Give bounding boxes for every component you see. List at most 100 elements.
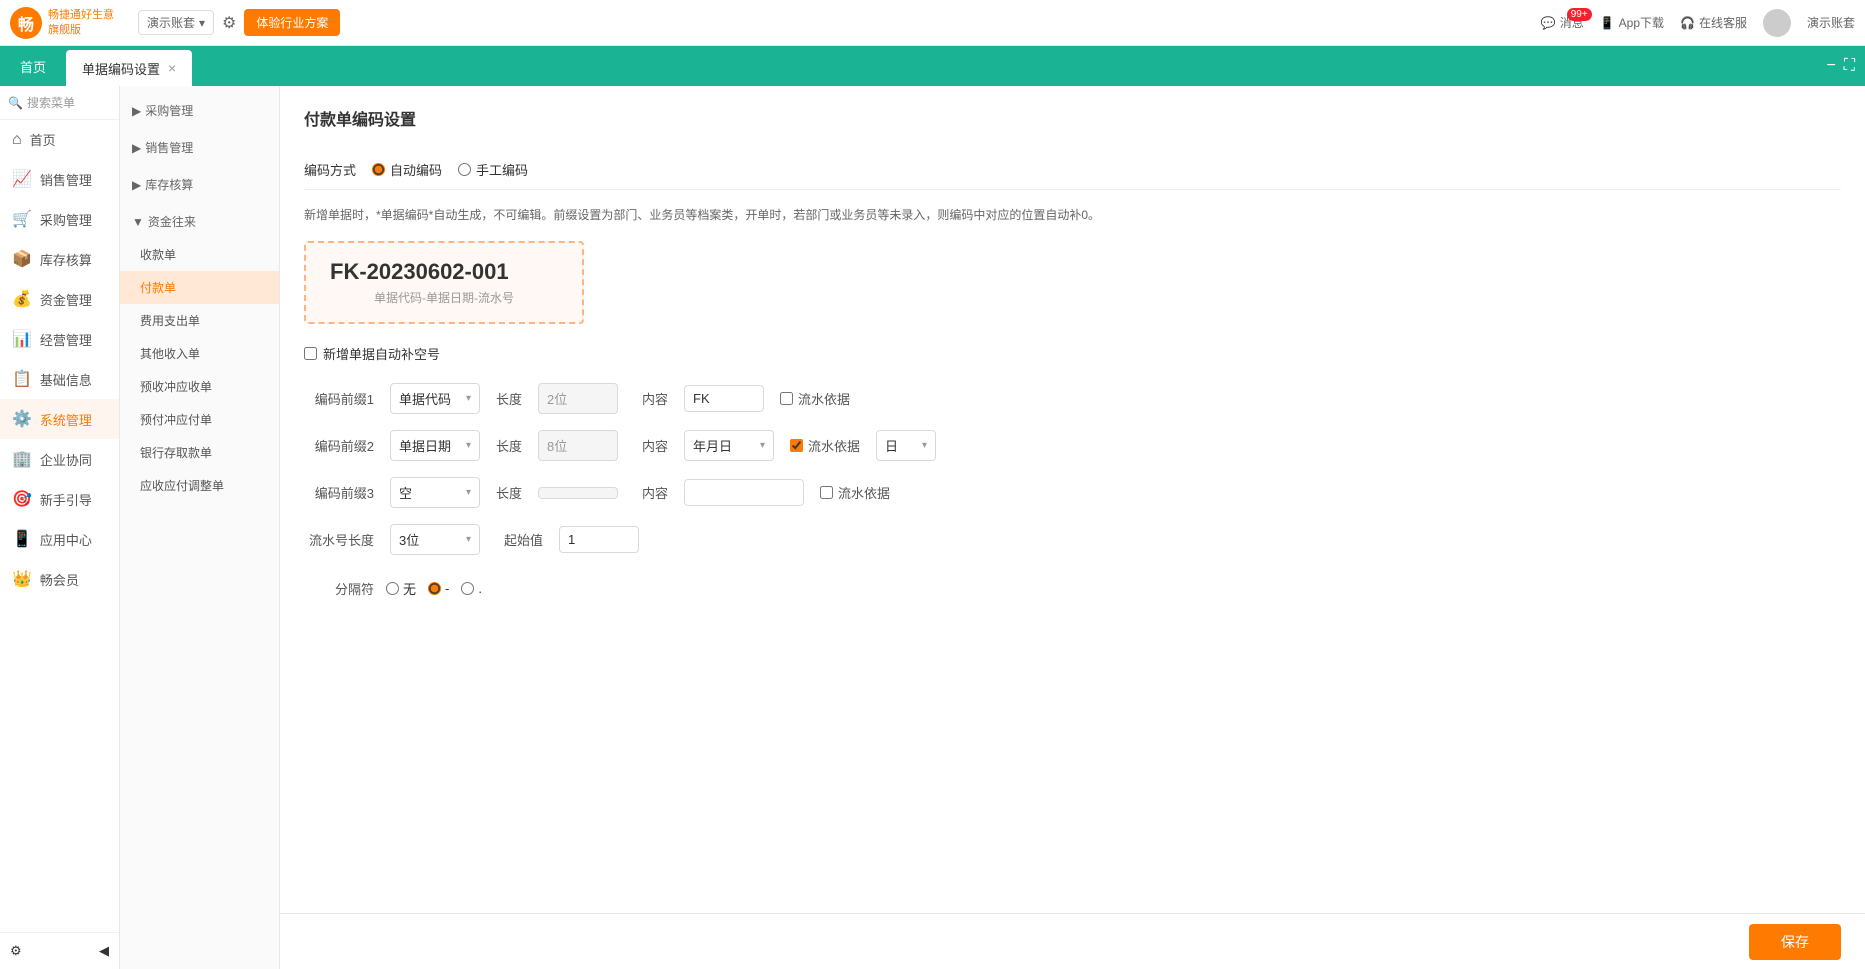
user-avatar[interactable] xyxy=(1763,9,1791,37)
sub-item-payment[interactable]: 付款单 xyxy=(120,271,279,304)
search-icon: 🔍 xyxy=(8,96,23,110)
radio-auto[interactable]: 自动编码 xyxy=(372,160,442,179)
sidebar-item-enterprise[interactable]: 🏢 企业协同 xyxy=(0,439,119,479)
prefix3-content-input[interactable] xyxy=(684,479,804,506)
sub-item-receipt[interactable]: 收款单 xyxy=(120,238,279,271)
prefix3-serial-input[interactable] xyxy=(820,486,833,499)
footer-settings-icon[interactable]: ⚙ xyxy=(10,943,22,959)
sep-dot-radio[interactable]: . xyxy=(461,581,482,596)
prefix3-select[interactable]: 空 ▾ xyxy=(390,477,480,508)
prefix1-length-label: 长度 xyxy=(496,389,522,408)
sep-dash-input[interactable] xyxy=(428,582,441,595)
sub-group-sales: ▶ 销售管理 xyxy=(120,131,279,164)
prefix3-label: 编码前缀3 xyxy=(304,483,374,502)
prefix2-serial-option-arrow-icon: ▾ xyxy=(922,440,927,451)
sep-dot-input[interactable] xyxy=(461,582,474,595)
sidebar-footer: ⚙ ◀ xyxy=(0,932,119,969)
settings-icon[interactable]: ⚙ xyxy=(222,13,236,33)
code-preview-sub: 单据代码-单据日期-流水号 xyxy=(330,289,558,306)
chevron-down-icon2: ▼ xyxy=(132,215,144,229)
prefix2-content-select[interactable]: 年月日 ▾ xyxy=(684,430,774,461)
prefix1-arrow-icon: ▾ xyxy=(466,393,471,404)
sidebar-item-inventory[interactable]: 📦 库存核算 xyxy=(0,239,119,279)
service-icon: 🎧 xyxy=(1680,16,1695,30)
member-icon: 👑 xyxy=(12,569,32,589)
prefix2-serial-option-select[interactable]: 日 ▾ xyxy=(876,430,936,461)
sub-group-header-purchase[interactable]: ▶ 采购管理 xyxy=(120,94,279,127)
sidebar-item-system[interactable]: ⚙️ 系统管理 xyxy=(0,399,119,439)
sep-dash-radio[interactable]: - xyxy=(428,581,449,596)
maximize-icon[interactable]: ⛶ xyxy=(1844,57,1855,75)
prefix2-content-arrow-icon: ▾ xyxy=(760,440,765,451)
sub-item-expense[interactable]: 费用支出单 xyxy=(120,304,279,337)
footer-collapse-icon[interactable]: ◀ xyxy=(99,943,109,959)
sidebar-search[interactable]: 🔍 搜索菜单 xyxy=(0,86,119,120)
radio-manual[interactable]: 手工编码 xyxy=(458,160,528,179)
sidebar-item-purchase[interactable]: 🛒 采购管理 xyxy=(0,199,119,239)
header-right: 💬 消息 99+ 📱 App下载 🎧 在线客服 演示账套 xyxy=(1541,9,1855,37)
tab-active[interactable]: 单据编码设置 × xyxy=(66,50,192,86)
sidebar-item-member[interactable]: 👑 畅会员 xyxy=(0,559,119,599)
message-area[interactable]: 💬 消息 99+ xyxy=(1541,14,1584,31)
tab-home[interactable]: 首页 xyxy=(0,46,66,86)
sub-item-prepay-pay[interactable]: 预付冲应付单 xyxy=(120,403,279,436)
serial-length-select[interactable]: 3位 ▾ xyxy=(390,524,480,555)
start-value-input[interactable] xyxy=(559,526,639,553)
sidebar-item-apps[interactable]: 📱 应用中心 xyxy=(0,519,119,559)
sidebar-item-basic[interactable]: 📋 基础信息 xyxy=(0,359,119,399)
minimize-icon[interactable]: − xyxy=(1826,57,1835,75)
sep-none-input[interactable] xyxy=(386,582,399,595)
tab-close-icon[interactable]: × xyxy=(168,60,176,76)
sub-group-header-inventory[interactable]: ▶ 库存核算 xyxy=(120,168,279,201)
save-button[interactable]: 保存 xyxy=(1749,924,1841,960)
code-preview-main: FK-20230602-001 xyxy=(330,259,558,285)
sidebar-item-operations[interactable]: 📊 经营管理 xyxy=(0,319,119,359)
encoding-mode-row: 编码方式 自动编码 手工编码 xyxy=(304,150,1841,190)
logo-area: 畅 畅捷通好生意 旗舰版 xyxy=(10,7,130,39)
sub-item-adjustment[interactable]: 应收应付调整单 xyxy=(120,469,279,502)
prefix3-serial-checkbox[interactable]: 流水依据 xyxy=(820,483,890,502)
radio-auto-input[interactable] xyxy=(372,163,385,176)
serial-length-arrow-icon: ▾ xyxy=(466,534,471,545)
prefix2-serial-checkbox[interactable]: 流水依据 xyxy=(790,436,860,455)
prefix1-row: 编码前缀1 单据代码 ▾ 长度 2位 内容 流水依据 xyxy=(304,383,1841,414)
sidebar-item-newbie[interactable]: 🎯 新手引导 xyxy=(0,479,119,519)
prefix2-label: 编码前缀2 xyxy=(304,436,374,455)
auto-fill-row: 新增单据自动补空号 xyxy=(304,344,1841,363)
prefix1-label: 编码前缀1 xyxy=(304,389,374,408)
tab-label: 单据编码设置 xyxy=(82,59,160,78)
prefix2-serial-input[interactable] xyxy=(790,439,803,452)
sub-item-prepay-recv[interactable]: 预收冲应收单 xyxy=(120,370,279,403)
tab-bar-right: − ⛶ xyxy=(1826,46,1865,86)
logo-text: 畅捷通好生意 旗舰版 xyxy=(48,8,114,37)
company-selector[interactable]: 演示账套 ▾ xyxy=(138,10,214,35)
sub-item-other-income[interactable]: 其他收入单 xyxy=(120,337,279,370)
prefix1-select[interactable]: 单据代码 ▾ xyxy=(390,383,480,414)
prefix1-content-input[interactable] xyxy=(684,385,764,412)
basic-icon: 📋 xyxy=(12,369,32,389)
prefix2-select[interactable]: 单据日期 ▾ xyxy=(390,430,480,461)
sub-group-header-sales[interactable]: ▶ 销售管理 xyxy=(120,131,279,164)
sub-group-header-capital[interactable]: ▼ 资金往来 xyxy=(120,205,279,238)
app-download-area[interactable]: 📱 App下载 xyxy=(1600,14,1664,31)
sidebar-item-sales[interactable]: 📈 销售管理 xyxy=(0,159,119,199)
newbie-icon: 🎯 xyxy=(12,489,32,509)
page-title: 付款单编码设置 xyxy=(304,106,1841,130)
home-icon: ⌂ xyxy=(12,131,22,149)
prefix2-arrow-icon: ▾ xyxy=(466,440,471,451)
tab-bar: 首页 单据编码设置 × − ⛶ xyxy=(0,46,1865,86)
inventory-icon: 📦 xyxy=(12,249,32,269)
auto-fill-checkbox[interactable] xyxy=(304,347,317,360)
prefix1-serial-input[interactable] xyxy=(780,392,793,405)
sidebar-item-home[interactable]: ⌂ 首页 xyxy=(0,120,119,159)
sep-none-radio[interactable]: 无 xyxy=(386,579,416,598)
industry-btn[interactable]: 体验行业方案 xyxy=(244,9,340,36)
chevron-right-icon2: ▶ xyxy=(132,141,141,155)
prefix1-serial-checkbox[interactable]: 流水依据 xyxy=(780,389,850,408)
chevron-right-icon3: ▶ xyxy=(132,178,141,192)
sub-item-bank[interactable]: 银行存取款单 xyxy=(120,436,279,469)
sidebar-item-finance[interactable]: 💰 资金管理 xyxy=(0,279,119,319)
desc-text: 新增单据时，*单据编码*自动生成，不可编辑。前缀设置为部门、业务员等档案类，开单… xyxy=(304,206,1841,225)
radio-manual-input[interactable] xyxy=(458,163,471,176)
online-service-area[interactable]: 🎧 在线客服 xyxy=(1680,14,1747,31)
